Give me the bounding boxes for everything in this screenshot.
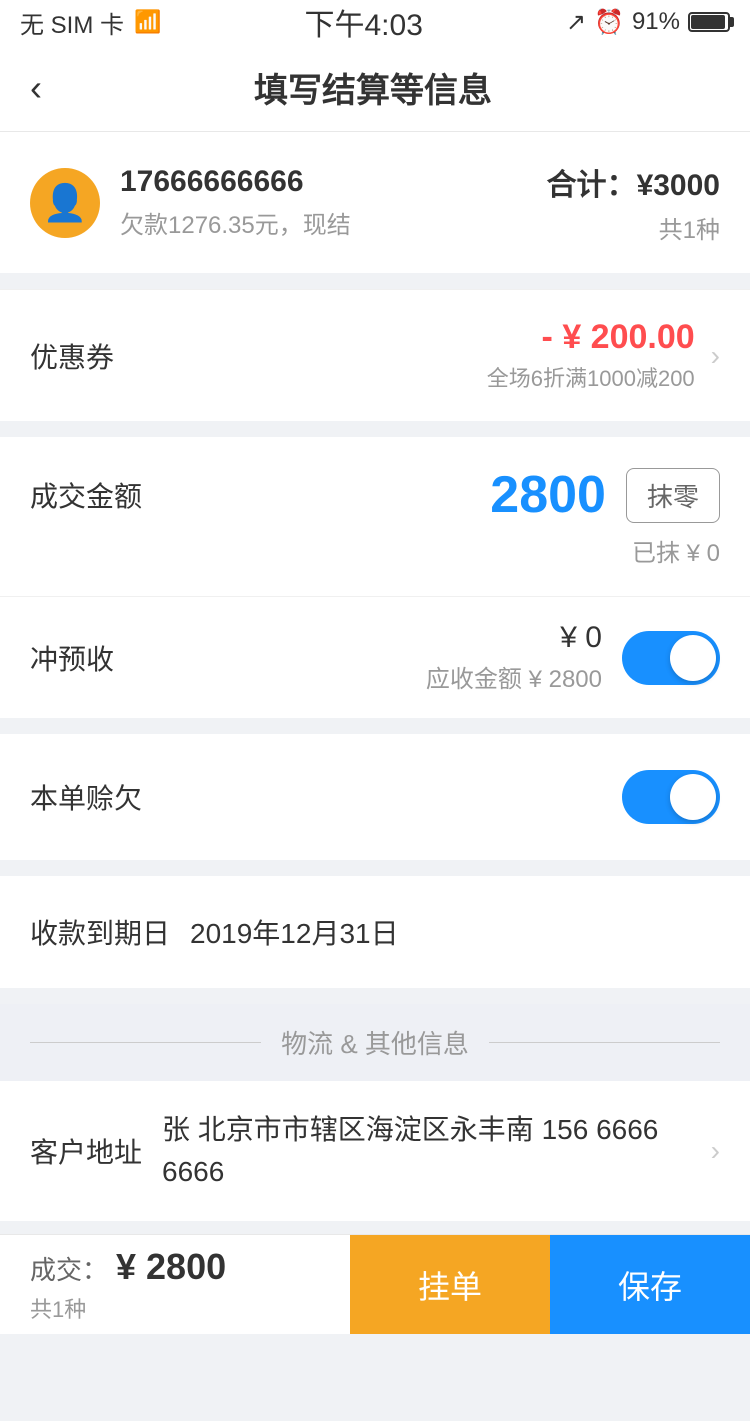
back-button[interactable]: ‹ [30, 67, 42, 109]
prepay-label: 冲预收 [30, 638, 114, 678]
round-button[interactable]: 抹零 [626, 468, 720, 523]
separator-1 [0, 421, 750, 437]
page-title: 填写结算等信息 [62, 63, 684, 112]
prepay-amounts: ¥ 0 应收金额 ¥ 2800 [426, 621, 602, 694]
nav-bar: ‹ 填写结算等信息 [0, 44, 750, 132]
logistics-divider: 物流 & 其他信息 [0, 1004, 750, 1081]
debt-row: 本单赊欠 [0, 734, 750, 860]
debt-toggle[interactable] [622, 770, 720, 824]
customer-info-row: 👤 17666666666 欠款1276.35元，现结 合计：¥3000 共1种 [0, 132, 750, 273]
coupon-detail: - ¥ 200.00 全场6折满1000减200 [487, 318, 695, 393]
hang-button[interactable]: 挂单 [350, 1235, 550, 1334]
address-value: 张 北京市市辖区海淀区永丰南 156 6666 6666 [162, 1109, 691, 1193]
prepay-row: 冲预收 ¥ 0 应收金额 ¥ 2800 [0, 596, 750, 718]
prepay-toggle[interactable] [622, 631, 720, 685]
battery-percent: 91% [632, 8, 680, 36]
status-left: 无 SIM 卡 📶 [20, 5, 161, 40]
battery-fill [691, 15, 725, 29]
logistics-label: 物流 & 其他信息 [281, 1024, 469, 1061]
location-icon: ↗ [566, 8, 586, 37]
status-bar: 无 SIM 卡 📶 下午4:03 ↗ ⏰ 91% [0, 0, 750, 44]
prepay-value: ¥ 0 [426, 621, 602, 655]
customer-debt: 欠款1276.35元，现结 [120, 205, 547, 240]
alarm-icon: ⏰ [594, 8, 624, 37]
address-chevron-icon: › [711, 1135, 720, 1167]
bottom-deal-label: 成交： [30, 1250, 108, 1287]
bottom-deal-amount: ¥ 2800 [116, 1246, 226, 1288]
prepay-right: ¥ 0 应收金额 ¥ 2800 [426, 621, 720, 694]
due-date-label: 收款到期日 [30, 912, 170, 952]
coupon-desc: 全场6折满1000减200 [487, 361, 695, 393]
customer-phone: 17666666666 [120, 165, 547, 199]
debt-label: 本单赊欠 [30, 777, 142, 817]
coupon-amount: - ¥ 200.00 [487, 318, 695, 357]
divider-line-left [30, 1042, 261, 1043]
due-date-value: 2019年12月31日 [190, 912, 399, 952]
address-row[interactable]: 客户地址 张 北京市市辖区海淀区永丰南 156 6666 6666 › [0, 1081, 750, 1221]
prepay-receivable: 应收金额 ¥ 2800 [426, 659, 602, 694]
customer-details: 17666666666 欠款1276.35元，现结 [120, 165, 547, 240]
due-date-row: 收款到期日 2019年12月31日 [0, 876, 750, 988]
total-count: 共1种 [547, 210, 720, 245]
debt-toggle-thumb [670, 774, 716, 820]
order-total: 合计：¥3000 共1种 [547, 160, 720, 245]
divider-line-right [489, 1042, 720, 1043]
time-display: 下午4:03 [304, 0, 422, 44]
carrier-text: 无 SIM 卡 [20, 5, 124, 40]
coupon-label: 优惠券 [30, 336, 114, 376]
save-button[interactable]: 保存 [550, 1235, 750, 1334]
deal-amount-label: 成交金额 [30, 475, 142, 515]
bottom-summary: 成交： ¥ 2800 共1种 [0, 1246, 350, 1324]
battery-bar [688, 12, 730, 32]
toggle-thumb [670, 635, 716, 681]
bottom-deal-row: 成交： ¥ 2800 [30, 1246, 320, 1288]
amount-sub: 已抹 ¥ 0 [30, 533, 720, 568]
deal-amount-value: 2800 [490, 465, 606, 525]
bottom-bar: 成交： ¥ 2800 共1种 挂单 保存 [0, 1234, 750, 1334]
coupon-row[interactable]: 优惠券 - ¥ 200.00 全场6折满1000减200 › [0, 289, 750, 421]
separator-2 [0, 718, 750, 734]
wifi-icon: 📶 [134, 9, 161, 35]
total-amount: 合计：¥3000 [547, 160, 720, 204]
total-label: 合计： [547, 169, 637, 202]
avatar: 👤 [30, 168, 100, 238]
total-value: ¥3000 [637, 169, 720, 202]
amount-row: 成交金额 2800 抹零 [30, 465, 720, 525]
status-right: ↗ ⏰ 91% [566, 8, 730, 37]
amount-right: 2800 抹零 [490, 465, 720, 525]
coupon-right: - ¥ 200.00 全场6折满1000减200 › [487, 318, 720, 393]
chevron-right-icon: › [711, 340, 720, 372]
amount-section: 成交金额 2800 抹零 已抹 ¥ 0 [0, 437, 750, 596]
bottom-count: 共1种 [30, 1292, 320, 1324]
address-label: 客户地址 [30, 1131, 142, 1171]
